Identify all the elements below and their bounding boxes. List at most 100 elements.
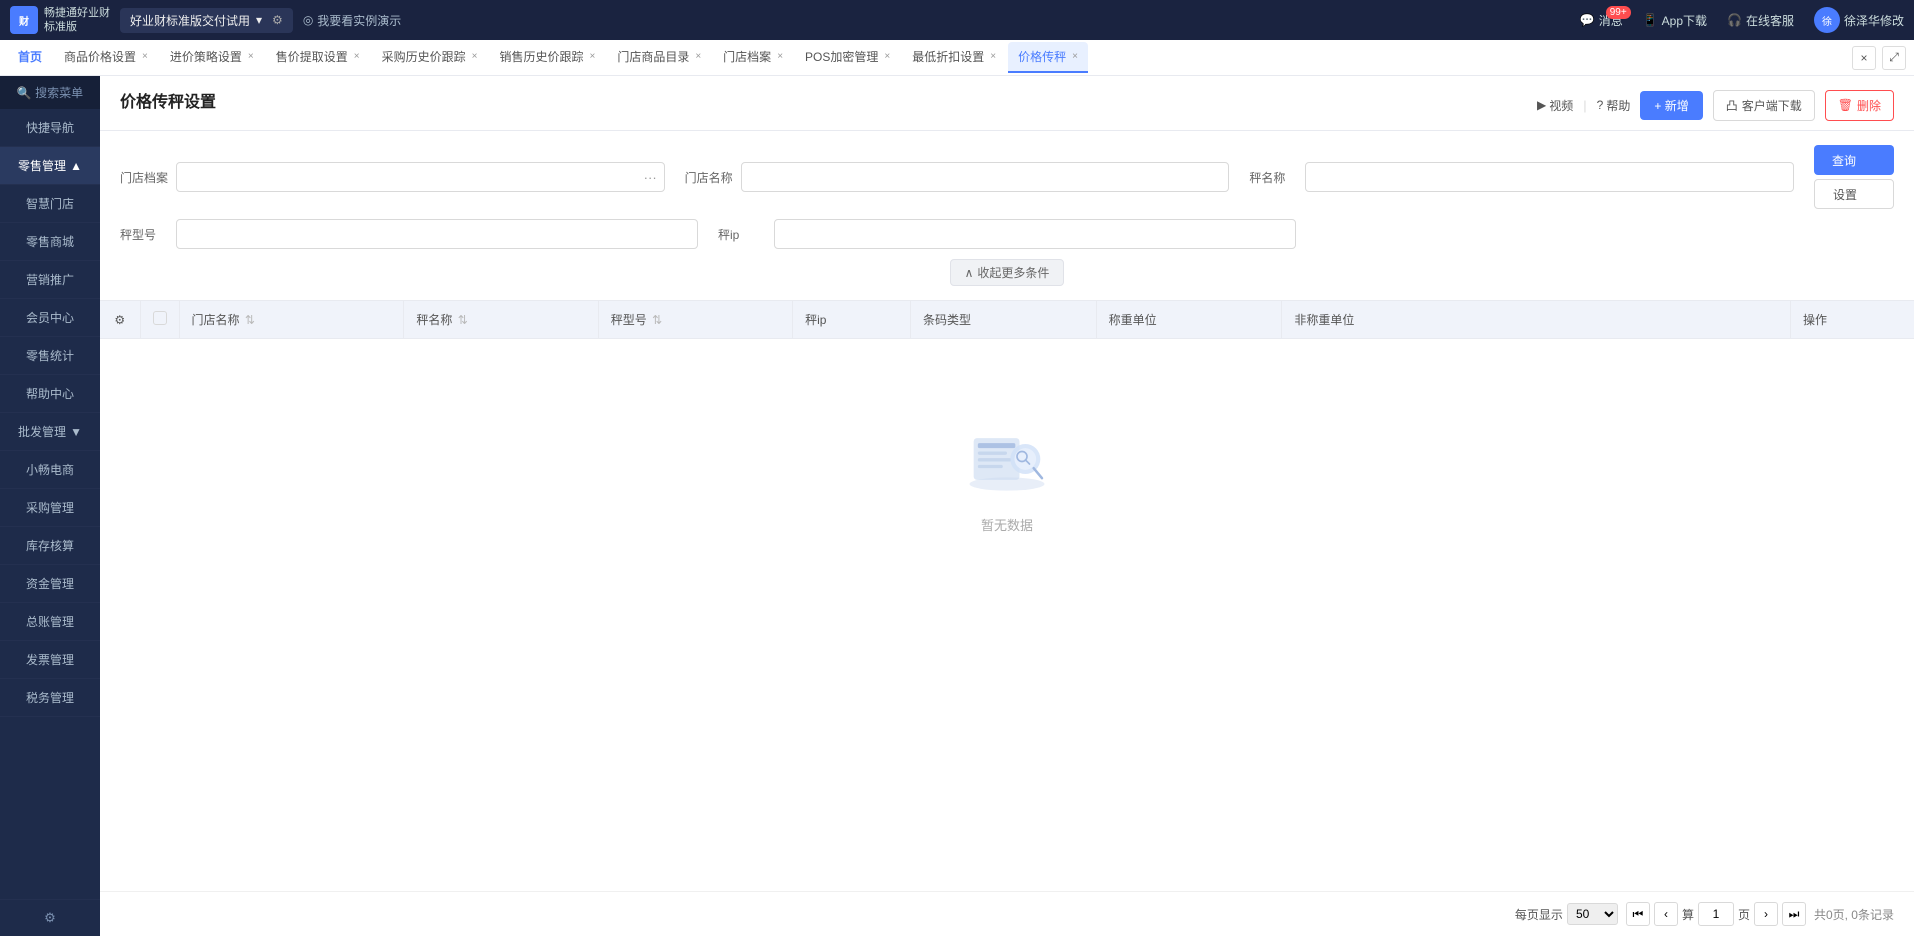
sort-icon: ⇅: [458, 313, 468, 327]
store-name-input[interactable]: [741, 162, 1230, 192]
scale-name-input[interactable]: [1305, 162, 1794, 192]
add-button[interactable]: + 新增: [1640, 91, 1702, 120]
sidebar-item-retail[interactable]: 零售管理 ▲: [0, 147, 100, 185]
app-download-button[interactable]: 📱 App下载: [1643, 12, 1707, 29]
sidebar-item-help[interactable]: 帮助中心: [0, 375, 100, 413]
app-logo: 财 畅捷通好业财 标准版: [10, 6, 110, 35]
tab-min-discount[interactable]: 最低折扣设置 ×: [902, 42, 1006, 73]
close-icon[interactable]: ×: [472, 51, 478, 62]
sort-icon: ⇅: [245, 313, 255, 327]
page-total: 共0页, 0条记录: [1814, 906, 1894, 923]
table-wrapper: ⚙ 门店名称 ⇅ 秤名称 ⇅: [100, 301, 1914, 339]
scale-ip-label: 秤ip: [718, 226, 768, 243]
collapse-button[interactable]: ∧ 收起更多条件: [950, 259, 1065, 286]
sidebar-item-finance[interactable]: 资金管理: [0, 565, 100, 603]
help-link[interactable]: ? 帮助: [1597, 97, 1631, 114]
demo-link[interactable]: ◎ 我要看实例演示: [303, 12, 402, 29]
close-icon[interactable]: ×: [990, 51, 996, 62]
online-service-button[interactable]: 🎧 在线客服: [1727, 12, 1794, 29]
store-archive-input[interactable]: [176, 162, 665, 192]
first-page-button[interactable]: ⏮: [1626, 902, 1650, 926]
delete-button[interactable]: 🗑 删除: [1825, 90, 1894, 121]
sidebar-quick-nav[interactable]: 快捷导航: [0, 109, 100, 147]
sidebar-item-ledger[interactable]: 总账管理: [0, 603, 100, 641]
tab-sales-history[interactable]: 销售历史价跟踪 ×: [489, 42, 605, 73]
empty-state: 暂无数据: [100, 339, 1914, 614]
close-icon[interactable]: ×: [1072, 51, 1078, 62]
version-selector[interactable]: 好业财标准版交付试用 ▾ ⚙: [120, 8, 293, 33]
logo-text: 畅捷通好业财 标准版: [44, 6, 110, 35]
delete-icon: 🗑: [1838, 98, 1853, 112]
user-info[interactable]: 徐 徐泽华修改: [1814, 7, 1904, 33]
th-weight-unit: 称重单位: [1096, 301, 1282, 339]
sidebar-search[interactable]: 🔍 搜索菜单: [0, 76, 100, 109]
expand-tab-button[interactable]: ⤢: [1882, 46, 1906, 70]
messages-button[interactable]: 💬 消息 99+: [1580, 12, 1623, 29]
scale-name-filter: 秤名称: [1249, 162, 1794, 192]
close-icon[interactable]: ×: [589, 51, 595, 62]
tab-store-catalog[interactable]: 门店商品目录 ×: [607, 42, 711, 73]
sidebar-item-marketing[interactable]: 营销推广: [0, 261, 100, 299]
sidebar-item-invoice[interactable]: 发票管理: [0, 641, 100, 679]
close-tab-button[interactable]: ×: [1852, 46, 1876, 70]
filter-row-1: 门店档案 ··· 门店名称 秤名称 查询: [120, 145, 1894, 209]
sidebar-settings-button[interactable]: ⚙: [0, 899, 100, 936]
tab-price-settings[interactable]: 商品价格设置 ×: [54, 42, 158, 73]
sidebar-item-ecommerce[interactable]: 小畅电商: [0, 451, 100, 489]
download-button[interactable]: 凸 客户端下载: [1713, 90, 1815, 121]
th-scale-model: 秤型号 ⇅: [598, 301, 792, 339]
store-archive-filter: 门店档案 ···: [120, 162, 665, 192]
tab-purchase-history[interactable]: 采购历史价跟踪 ×: [372, 42, 488, 73]
th-barcode-type: 条码类型: [910, 301, 1096, 339]
settings-button[interactable]: 设置: [1814, 179, 1894, 209]
more-options-icon[interactable]: ···: [644, 170, 657, 185]
logo-icon: 财: [10, 6, 38, 34]
page-size-select[interactable]: 10 20 50 100: [1567, 903, 1618, 925]
sort-icon: ⇅: [652, 313, 662, 327]
tab-sale-extract[interactable]: 售价提取设置 ×: [266, 42, 370, 73]
tab-home[interactable]: 首页: [8, 42, 52, 73]
close-icon[interactable]: ×: [354, 51, 360, 62]
th-non-weight-unit: 非称重单位: [1282, 301, 1791, 339]
settings-icon[interactable]: ⚙: [272, 13, 283, 27]
phone-icon: 📱: [1643, 13, 1658, 27]
tab-purchase-strategy[interactable]: 进价策略设置 ×: [160, 42, 264, 73]
sidebar-item-smart-store[interactable]: 智慧门店: [0, 185, 100, 223]
tab-store-archive[interactable]: 门店档案 ×: [713, 42, 793, 73]
message-icon: 💬: [1580, 13, 1595, 27]
th-settings[interactable]: ⚙: [100, 301, 140, 339]
sidebar-item-inventory[interactable]: 库存核算: [0, 527, 100, 565]
chevron-down-icon: ▼: [70, 425, 82, 439]
prev-page-button[interactable]: ‹: [1654, 902, 1678, 926]
gear-icon: ⚙: [44, 910, 56, 925]
page-size-selector: 每页显示 10 20 50 100: [1515, 903, 1618, 925]
close-icon[interactable]: ×: [777, 51, 783, 62]
video-icon: ▶: [1537, 98, 1546, 112]
sidebar-item-retail-mall[interactable]: 零售商城: [0, 223, 100, 261]
sidebar-item-tax[interactable]: 税务管理: [0, 679, 100, 717]
select-all-checkbox[interactable]: [153, 311, 167, 325]
sidebar-item-purchase[interactable]: 采购管理: [0, 489, 100, 527]
th-checkbox[interactable]: [140, 301, 179, 339]
tab-price-scale[interactable]: 价格传秤 ×: [1008, 42, 1088, 73]
close-icon[interactable]: ×: [884, 51, 890, 62]
page-input[interactable]: [1698, 902, 1734, 926]
data-table: ⚙ 门店名称 ⇅ 秤名称 ⇅: [100, 301, 1914, 339]
sidebar-item-wholesale[interactable]: 批发管理 ▼: [0, 413, 100, 451]
video-link[interactable]: ▶ 视频: [1537, 97, 1573, 114]
next-page-button[interactable]: ›: [1754, 902, 1778, 926]
scale-model-input[interactable]: [176, 219, 698, 249]
empty-text: 暂无数据: [981, 515, 1033, 534]
tab-pos-encrypt[interactable]: POS加密管理 ×: [795, 42, 900, 73]
store-name-filter: 门店名称: [685, 162, 1230, 192]
close-icon[interactable]: ×: [142, 51, 148, 62]
headset-icon: 🎧: [1727, 13, 1742, 27]
filter-area: 门店档案 ··· 门店名称 秤名称 查询: [100, 131, 1914, 301]
sidebar-item-member[interactable]: 会员中心: [0, 299, 100, 337]
query-button[interactable]: 查询: [1814, 145, 1894, 175]
scale-ip-input[interactable]: [774, 219, 1296, 249]
close-icon[interactable]: ×: [695, 51, 701, 62]
sidebar-item-retail-stats[interactable]: 零售统计: [0, 337, 100, 375]
last-page-button[interactable]: ⏭: [1782, 902, 1806, 926]
close-icon[interactable]: ×: [248, 51, 254, 62]
